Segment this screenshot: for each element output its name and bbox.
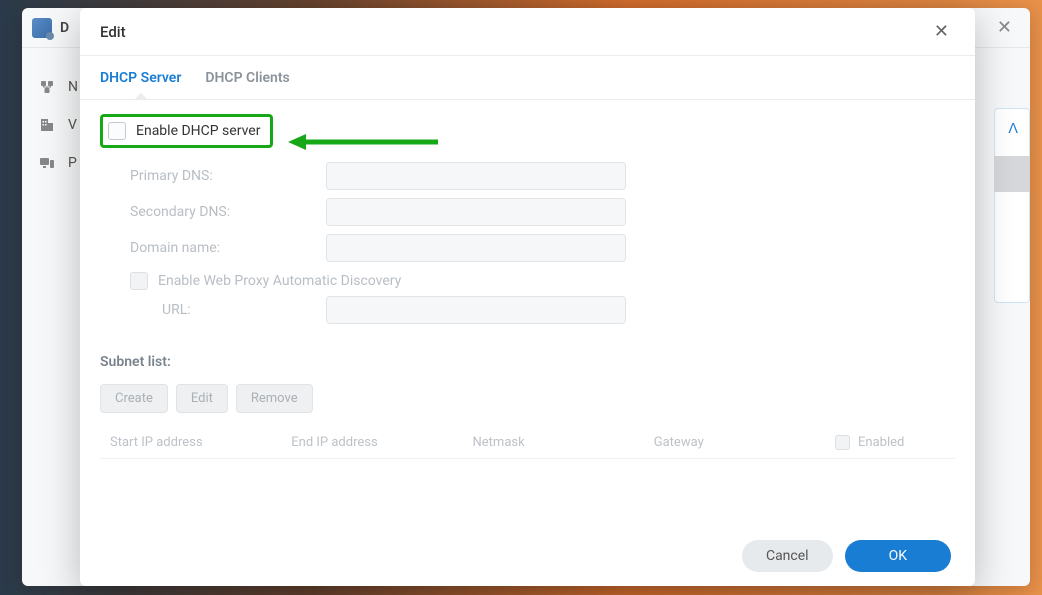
th-enabled-label: Enabled	[858, 435, 904, 450]
dhcp-form: Primary DNS: Secondary DNS: Domain name:…	[100, 158, 955, 324]
dialog-title: Edit	[100, 23, 126, 41]
edit-button[interactable]: Edit	[176, 384, 228, 413]
th-end-ip: End IP address	[291, 435, 472, 450]
close-icon[interactable]: ✕	[928, 17, 955, 46]
web-proxy-checkbox[interactable]	[130, 272, 148, 290]
subnet-table-header: Start IP address End IP address Netmask …	[100, 427, 955, 459]
enable-dhcp-checkbox[interactable]	[108, 122, 126, 140]
chevron-up-icon[interactable]: ᐱ	[1008, 121, 1018, 137]
arrow-annotation-icon	[288, 132, 438, 152]
sidebar-item-label: P	[68, 155, 77, 171]
domain-name-label: Domain name:	[130, 240, 326, 256]
subnet-list-heading: Subnet list:	[100, 354, 955, 370]
dialog-header: Edit ✕	[80, 8, 975, 56]
url-input[interactable]	[326, 296, 626, 324]
primary-dns-input[interactable]	[326, 162, 626, 190]
th-enabled: Enabled	[835, 435, 945, 450]
secondary-dns-input[interactable]	[326, 198, 626, 226]
th-gateway: Gateway	[654, 435, 835, 450]
sidebar-item-label: N	[68, 79, 78, 95]
url-row: URL:	[130, 296, 955, 324]
web-proxy-label: Enable Web Proxy Automatic Discovery	[158, 273, 401, 289]
tab-dhcp-clients[interactable]: DHCP Clients	[205, 58, 289, 98]
url-label: URL:	[162, 302, 326, 318]
main-window-title: D	[60, 20, 69, 36]
cancel-button[interactable]: Cancel	[742, 540, 833, 572]
secondary-dns-row: Secondary DNS:	[130, 194, 955, 230]
app-icon	[32, 18, 52, 38]
dialog-footer: Cancel OK	[80, 526, 975, 586]
subnet-button-row: Create Edit Remove	[100, 384, 955, 413]
web-proxy-row: Enable Web Proxy Automatic Discovery	[130, 272, 955, 290]
edit-dialog: Edit ✕ DHCP Server DHCP Clients Enable D…	[80, 8, 975, 586]
tab-bar: DHCP Server DHCP Clients	[80, 56, 975, 100]
secondary-dns-label: Secondary DNS:	[130, 204, 326, 220]
devices-icon	[38, 154, 56, 172]
domain-name-input[interactable]	[326, 234, 626, 262]
sidebar-item-label: V	[68, 117, 77, 133]
primary-dns-row: Primary DNS:	[130, 158, 955, 194]
main-window-close-icon[interactable]: ✕	[989, 15, 1020, 40]
th-start-ip: Start IP address	[110, 435, 291, 450]
enable-dhcp-highlight: Enable DHCP server	[100, 114, 273, 148]
primary-dns-label: Primary DNS:	[130, 168, 326, 184]
enable-dhcp-label: Enable DHCP server	[136, 123, 260, 139]
tab-dhcp-server[interactable]: DHCP Server	[100, 58, 181, 98]
remove-button[interactable]: Remove	[236, 384, 313, 413]
enabled-header-checkbox[interactable]	[835, 435, 850, 450]
create-button[interactable]: Create	[100, 384, 168, 413]
domain-name-row: Domain name:	[130, 230, 955, 266]
building-icon	[38, 116, 56, 134]
right-panel	[994, 108, 1030, 303]
ok-button[interactable]: OK	[845, 540, 951, 572]
right-panel-gray-block	[994, 156, 1030, 192]
dialog-body: Enable DHCP server Primary DNS: Secondar…	[80, 100, 975, 526]
th-netmask: Netmask	[473, 435, 654, 450]
network-icon	[38, 78, 56, 96]
